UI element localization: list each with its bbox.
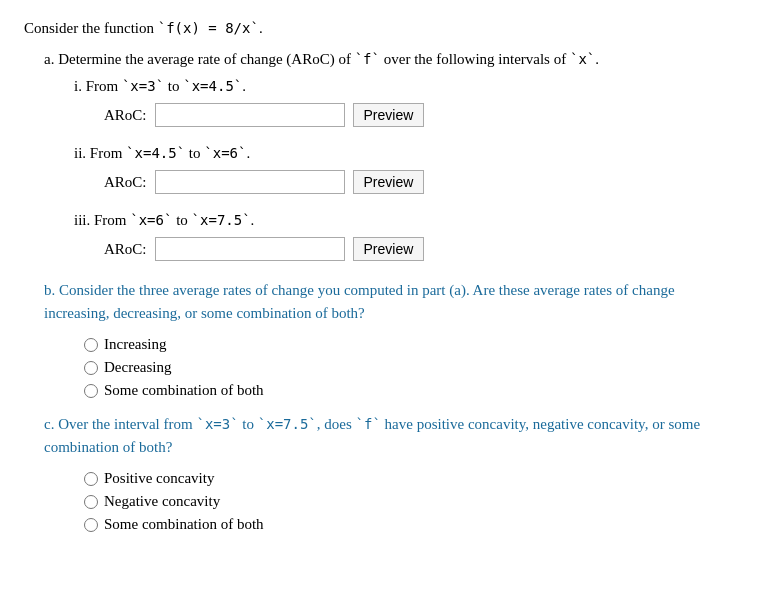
radio-label-positive-concavity: Positive concavity [104, 470, 214, 487]
radio-negative-concavity[interactable] [84, 495, 98, 509]
radio-label-combination-b: Some combination of both [104, 382, 264, 399]
preview-button-iii[interactable]: Preview [353, 237, 425, 261]
radio-item-increasing: Increasing [84, 336, 733, 353]
radio-combination-b[interactable] [84, 384, 98, 398]
aroc-row-i: ARoC: Preview [104, 103, 733, 127]
radio-combination-c[interactable] [84, 518, 98, 532]
radio-item-combination-b: Some combination of both [84, 382, 733, 399]
main-title: Consider the function `f(x) = 8/x`. [24, 20, 733, 37]
sub-part-ii-label: ii. From `x=4.5` to `x=6`. [74, 145, 733, 162]
radio-item-combination-c: Some combination of both [84, 516, 733, 533]
aroc-label-iii: ARoC: [104, 241, 147, 258]
aroc-row-ii: ARoC: Preview [104, 170, 733, 194]
radio-item-decreasing: Decreasing [84, 359, 733, 376]
radio-label-increasing: Increasing [104, 336, 166, 353]
aroc-input-iii[interactable] [155, 237, 345, 261]
radio-decreasing[interactable] [84, 361, 98, 375]
preview-button-ii[interactable]: Preview [353, 170, 425, 194]
preview-button-i[interactable]: Preview [353, 103, 425, 127]
part-b-label: b. Consider the three average rates of c… [44, 279, 733, 324]
sub-part-i-label: i. From `x=3` to `x=4.5`. [74, 78, 733, 95]
aroc-label-ii: ARoC: [104, 174, 147, 191]
radio-positive-concavity[interactable] [84, 472, 98, 486]
aroc-input-i[interactable] [155, 103, 345, 127]
aroc-input-ii[interactable] [155, 170, 345, 194]
part-c-radio-group: Positive concavity Negative concavity So… [84, 470, 733, 533]
radio-label-negative-concavity: Negative concavity [104, 493, 220, 510]
radio-label-combination-c: Some combination of both [104, 516, 264, 533]
part-b-radio-group: Increasing Decreasing Some combination o… [84, 336, 733, 399]
part-a-label: a. Determine the average rate of change … [44, 51, 733, 68]
part-c-label: c. Over the interval from `x=3` to `x=7.… [44, 413, 733, 458]
sub-part-iii-label: iii. From `x=6` to `x=7.5`. [74, 212, 733, 229]
aroc-row-iii: ARoC: Preview [104, 237, 733, 261]
radio-label-decreasing: Decreasing [104, 359, 171, 376]
radio-item-negative-concavity: Negative concavity [84, 493, 733, 510]
radio-item-positive-concavity: Positive concavity [84, 470, 733, 487]
aroc-label-i: ARoC: [104, 107, 147, 124]
radio-increasing[interactable] [84, 338, 98, 352]
